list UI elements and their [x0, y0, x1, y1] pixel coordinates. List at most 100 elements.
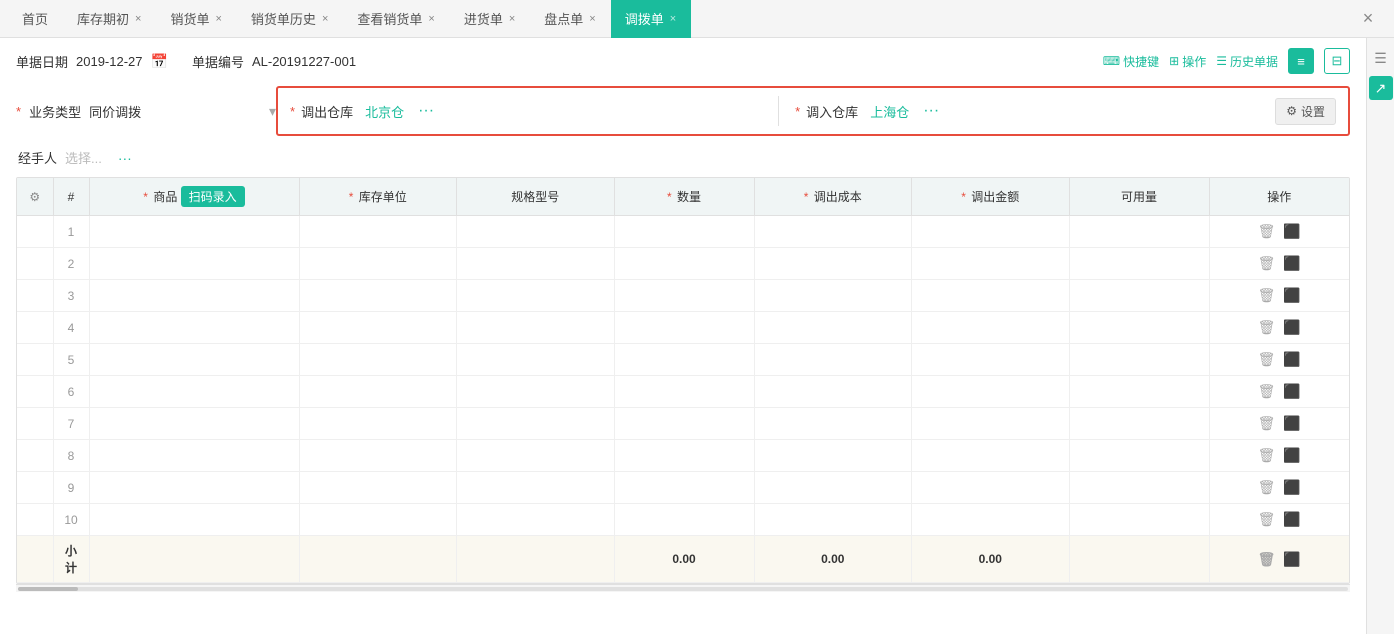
row-delete-icon-2[interactable]: 🗑: [1258, 255, 1276, 272]
row-copy-icon-1[interactable]: ⬛: [1283, 223, 1300, 240]
row-amount-8[interactable]: [912, 440, 1070, 472]
row-unit-9[interactable]: [299, 472, 457, 504]
calendar-icon[interactable]: 📅: [151, 53, 168, 70]
row-product-4[interactable]: [89, 312, 299, 344]
row-delete-icon-1[interactable]: 🗑: [1258, 223, 1276, 240]
row-delete-icon-4[interactable]: 🗑: [1258, 319, 1276, 336]
row-product-7[interactable]: [89, 408, 299, 440]
row-product-9[interactable]: [89, 472, 299, 504]
history-btn[interactable]: ☰ 历史单据: [1216, 53, 1278, 70]
row-qty-5[interactable]: [614, 344, 754, 376]
row-unit-10[interactable]: [299, 504, 457, 536]
row-cost-10[interactable]: [754, 504, 912, 536]
row-qty-6[interactable]: [614, 376, 754, 408]
row-copy-icon-5[interactable]: ⬛: [1283, 351, 1300, 368]
tab-purchase-close[interactable]: ×: [509, 13, 515, 25]
row-cost-2[interactable]: [754, 248, 912, 280]
tab-sales-order-close[interactable]: ×: [215, 13, 221, 25]
row-amount-3[interactable]: [912, 280, 1070, 312]
row-spec-1[interactable]: [457, 216, 615, 248]
row-qty-10[interactable]: [614, 504, 754, 536]
row-delete-icon-9[interactable]: 🗑: [1258, 479, 1276, 496]
row-unit-1[interactable]: [299, 216, 457, 248]
row-unit-3[interactable]: [299, 280, 457, 312]
row-cost-7[interactable]: [754, 408, 912, 440]
scan-button[interactable]: 扫码录入: [181, 186, 245, 207]
row-delete-icon-3[interactable]: 🗑: [1258, 287, 1276, 304]
subtotal-copy-icon[interactable]: ⬛: [1283, 551, 1300, 568]
row-amount-7[interactable]: [912, 408, 1070, 440]
row-amount-6[interactable]: [912, 376, 1070, 408]
tab-stocktake-close[interactable]: ×: [589, 13, 595, 25]
tab-view-sales-close[interactable]: ×: [428, 13, 434, 25]
layout-btn-2[interactable]: ⊟: [1324, 48, 1350, 74]
row-cost-5[interactable]: [754, 344, 912, 376]
row-spec-4[interactable]: [457, 312, 615, 344]
tab-sales-order[interactable]: 销货单 ×: [156, 0, 236, 38]
operations-btn[interactable]: ⊞ 操作: [1169, 53, 1206, 70]
row-spec-6[interactable]: [457, 376, 615, 408]
row-product-1[interactable]: [89, 216, 299, 248]
out-warehouse-more[interactable]: ···: [418, 102, 434, 120]
row-product-5[interactable]: [89, 344, 299, 376]
row-cost-8[interactable]: [754, 440, 912, 472]
row-product-3[interactable]: [89, 280, 299, 312]
row-delete-icon-6[interactable]: 🗑: [1258, 383, 1276, 400]
row-copy-icon-4[interactable]: ⬛: [1283, 319, 1300, 336]
row-spec-8[interactable]: [457, 440, 615, 472]
tab-stocktake[interactable]: 盘点单 ×: [530, 0, 610, 38]
row-unit-5[interactable]: [299, 344, 457, 376]
row-copy-icon-9[interactable]: ⬛: [1283, 479, 1300, 496]
row-cost-3[interactable]: [754, 280, 912, 312]
global-close-button[interactable]: ×: [1350, 1, 1386, 37]
handler-input[interactable]: 选择...: [65, 148, 102, 167]
row-delete-icon-7[interactable]: 🗑: [1258, 415, 1276, 432]
out-warehouse-value[interactable]: 北京仓: [365, 102, 404, 121]
handler-more[interactable]: ···: [118, 150, 132, 166]
tab-sales-history-close[interactable]: ×: [322, 13, 328, 25]
row-copy-icon-2[interactable]: ⬛: [1283, 255, 1300, 272]
row-product-2[interactable]: [89, 248, 299, 280]
row-cost-1[interactable]: [754, 216, 912, 248]
tab-view-sales[interactable]: 查看销货单 ×: [343, 0, 449, 38]
shortcuts-btn[interactable]: ⌨ 快捷键: [1103, 53, 1159, 70]
row-qty-3[interactable]: [614, 280, 754, 312]
row-copy-icon-3[interactable]: ⬛: [1283, 287, 1300, 304]
row-spec-9[interactable]: [457, 472, 615, 504]
row-qty-1[interactable]: [614, 216, 754, 248]
row-amount-5[interactable]: [912, 344, 1070, 376]
sidebar-list-btn[interactable]: ☰: [1369, 46, 1393, 70]
row-spec-3[interactable]: [457, 280, 615, 312]
sidebar-export-btn[interactable]: ↗: [1369, 76, 1393, 100]
row-qty-9[interactable]: [614, 472, 754, 504]
tab-transfer[interactable]: 调拨单 ×: [611, 0, 691, 38]
row-amount-4[interactable]: [912, 312, 1070, 344]
tab-home[interactable]: 首页: [8, 0, 63, 38]
row-product-10[interactable]: [89, 504, 299, 536]
layout-btn-1[interactable]: ≡: [1288, 48, 1314, 74]
row-qty-4[interactable]: [614, 312, 754, 344]
row-copy-icon-7[interactable]: ⬛: [1283, 415, 1300, 432]
row-delete-icon-5[interactable]: 🗑: [1258, 351, 1276, 368]
tab-sales-history[interactable]: 销货单历史 ×: [237, 0, 343, 38]
row-copy-icon-8[interactable]: ⬛: [1283, 447, 1300, 464]
row-qty-8[interactable]: [614, 440, 754, 472]
row-spec-5[interactable]: [457, 344, 615, 376]
row-amount-2[interactable]: [912, 248, 1070, 280]
in-warehouse-value[interactable]: 上海仓: [870, 102, 909, 121]
col-settings-th[interactable]: ⚙: [17, 178, 53, 216]
tab-transfer-close[interactable]: ×: [670, 13, 676, 25]
row-delete-icon-8[interactable]: 🗑: [1258, 447, 1276, 464]
subtotal-delete-icon[interactable]: 🗑: [1258, 551, 1276, 568]
row-unit-4[interactable]: [299, 312, 457, 344]
row-product-6[interactable]: [89, 376, 299, 408]
settings-button[interactable]: ⚙ 设置: [1275, 98, 1336, 125]
row-copy-icon-10[interactable]: ⬛: [1283, 511, 1300, 528]
in-warehouse-more[interactable]: ···: [923, 102, 939, 120]
tab-purchase[interactable]: 进货单 ×: [450, 0, 530, 38]
business-type-dropdown[interactable]: ▾: [269, 103, 276, 120]
horizontal-scrollbar[interactable]: [16, 584, 1350, 592]
row-product-8[interactable]: [89, 440, 299, 472]
row-qty-2[interactable]: [614, 248, 754, 280]
row-amount-9[interactable]: [912, 472, 1070, 504]
